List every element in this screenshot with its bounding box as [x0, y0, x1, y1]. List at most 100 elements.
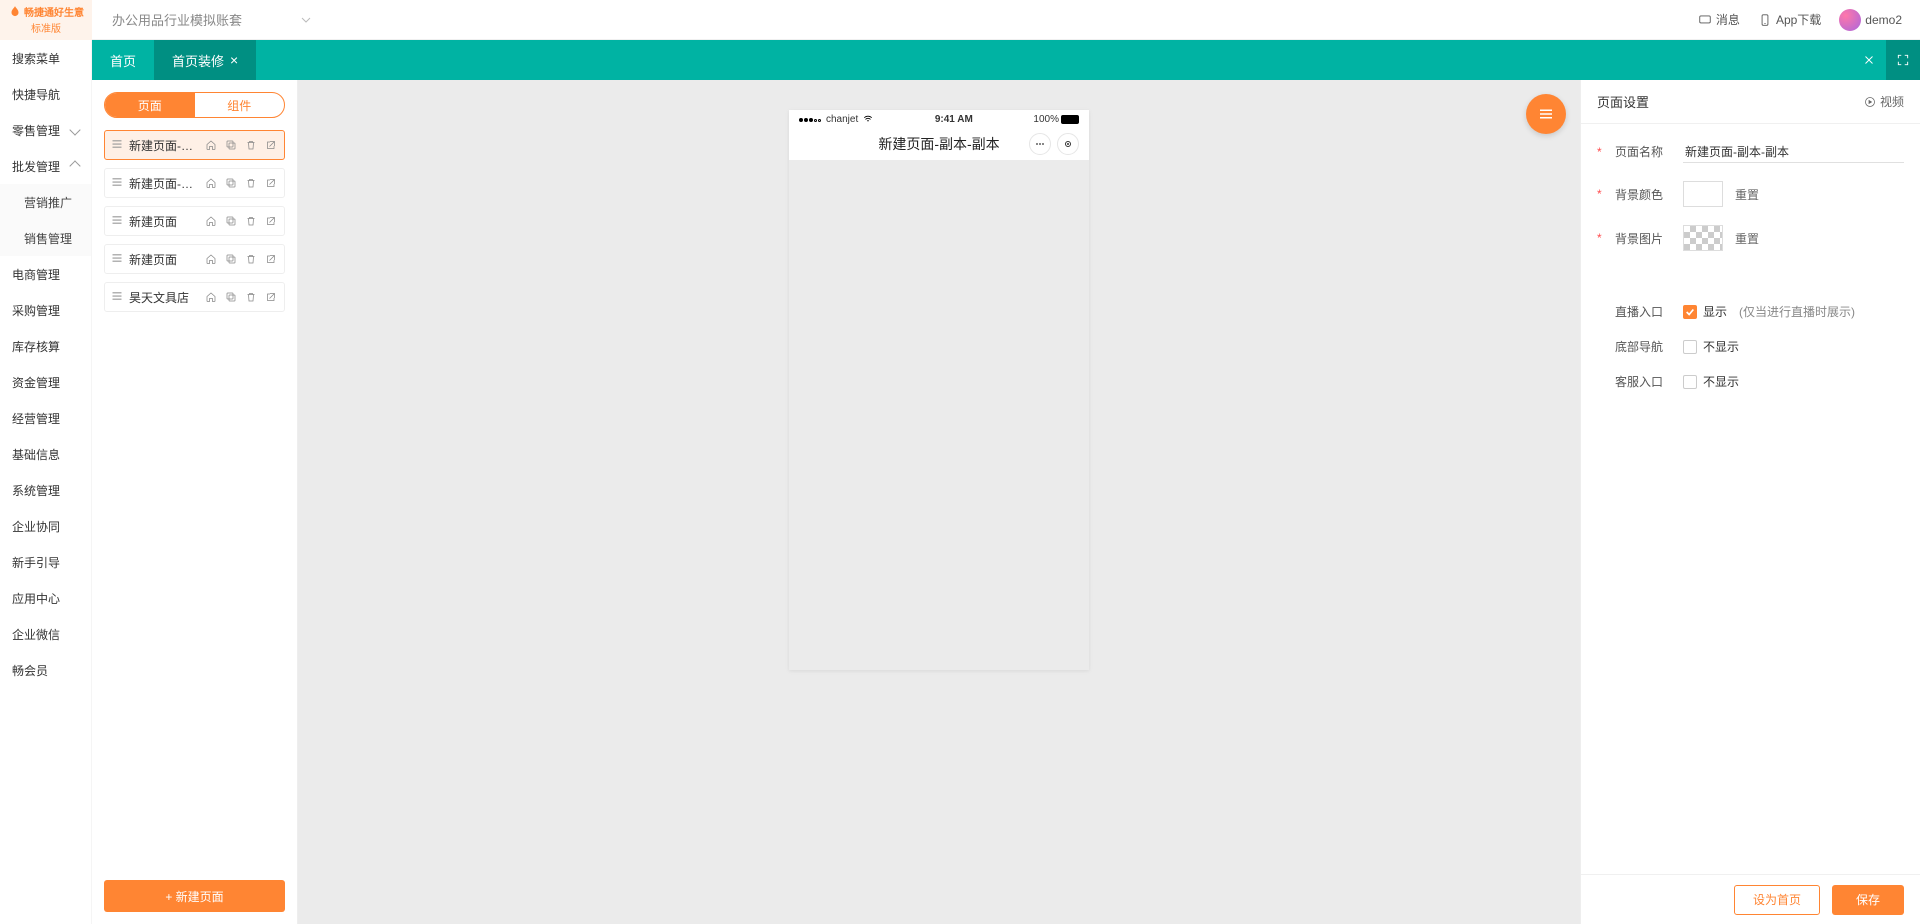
bg-image-swatch[interactable]: [1683, 225, 1723, 251]
page-home-icon[interactable]: [204, 176, 218, 190]
bg-color-reset[interactable]: 重置: [1735, 186, 1759, 203]
page-home-icon[interactable]: [204, 138, 218, 152]
page-share-icon[interactable]: [264, 138, 278, 152]
page-copy-icon[interactable]: [224, 138, 238, 152]
phone-icon: [1758, 13, 1772, 27]
page-delete-icon[interactable]: [244, 176, 258, 190]
message-icon: [1698, 13, 1712, 27]
play-icon: [1864, 96, 1876, 108]
page-row-name: 昊天文具店: [129, 289, 198, 306]
page-delete-icon[interactable]: [244, 138, 258, 152]
chevron-down-icon: [300, 14, 312, 26]
battery-icon: [1061, 115, 1079, 124]
logo-edition-text: 标准版: [31, 20, 61, 35]
app-download-button[interactable]: App下载: [1758, 11, 1821, 28]
pill-tab-page[interactable]: 页面: [105, 93, 195, 117]
fullscreen-button[interactable]: [1886, 40, 1920, 80]
field-live-entry: 直播入口 显示 (仅当进行直播时展示): [1597, 303, 1904, 320]
sidebar-item-6[interactable]: 电商管理: [0, 256, 91, 292]
live-entry-checkbox[interactable]: 显示: [1683, 303, 1727, 320]
menu-icon: [1537, 105, 1555, 123]
page-row-name: 新建页面-副本...: [129, 137, 198, 154]
bg-color-swatch[interactable]: [1683, 181, 1723, 207]
page-row-4[interactable]: 昊天文具店: [104, 282, 285, 312]
drag-handle-icon[interactable]: [111, 214, 123, 229]
sidebar-item-12[interactable]: 系统管理: [0, 472, 91, 508]
page-row-3[interactable]: 新建页面: [104, 244, 285, 274]
tab-close-1[interactable]: ×: [230, 53, 238, 67]
page-copy-icon[interactable]: [224, 176, 238, 190]
page-share-icon[interactable]: [264, 176, 278, 190]
component-drawer-toggle[interactable]: [1526, 94, 1566, 134]
field-bg-color: *背景颜色 重置: [1597, 181, 1904, 207]
tab-bar-actions: [1852, 40, 1920, 80]
sidebar-item-8[interactable]: 库存核算: [0, 328, 91, 364]
settings-footer: 设为首页 保存: [1581, 874, 1920, 924]
save-button[interactable]: 保存: [1832, 885, 1904, 915]
page-component-toggle: 页面 组件: [104, 92, 285, 118]
page-copy-icon[interactable]: [224, 290, 238, 304]
page-home-icon[interactable]: [204, 252, 218, 266]
sidebar-item-2[interactable]: 零售管理: [0, 112, 91, 148]
miniapp-menu-button[interactable]: [1029, 133, 1051, 155]
sidebar-item-13[interactable]: 企业协同: [0, 508, 91, 544]
sidebar-item-10[interactable]: 经营管理: [0, 400, 91, 436]
page-row-name: 新建页面: [129, 213, 198, 230]
page-share-icon[interactable]: [264, 214, 278, 228]
sidebar-item-1[interactable]: 快捷导航: [0, 76, 91, 112]
sidebar-item-16[interactable]: 企业微信: [0, 616, 91, 652]
page-share-icon[interactable]: [264, 290, 278, 304]
bottom-nav-checkbox[interactable]: 不显示: [1683, 338, 1739, 355]
page-home-icon[interactable]: [204, 214, 218, 228]
sidebar-item-7[interactable]: 采购管理: [0, 292, 91, 328]
new-page-button[interactable]: + 新建页面: [104, 880, 285, 912]
drag-handle-icon[interactable]: [111, 138, 123, 153]
flame-icon: [8, 5, 22, 19]
page-row-1[interactable]: 新建页面-副本: [104, 168, 285, 198]
field-bottom-nav: 底部导航 不显示: [1597, 338, 1904, 355]
sidebar-item-15[interactable]: 应用中心: [0, 580, 91, 616]
page-share-icon[interactable]: [264, 252, 278, 266]
set-home-button[interactable]: 设为首页: [1734, 885, 1820, 915]
page-name-input[interactable]: [1683, 140, 1904, 163]
tab-bar: 首页首页装修×: [92, 40, 1920, 80]
video-help-button[interactable]: 视频: [1864, 93, 1904, 110]
drag-handle-icon[interactable]: [111, 252, 123, 267]
page-row-0[interactable]: 新建页面-副本...: [104, 130, 285, 160]
tabs-close-all-button[interactable]: [1852, 40, 1886, 80]
miniapp-close-button[interactable]: [1057, 133, 1079, 155]
phone-status-bar: chanjet 9:41 AM 100%: [789, 110, 1089, 128]
phone-body[interactable]: [789, 160, 1089, 670]
page-copy-icon[interactable]: [224, 214, 238, 228]
tab-0[interactable]: 首页: [92, 40, 154, 80]
page-delete-icon[interactable]: [244, 214, 258, 228]
page-row-2[interactable]: 新建页面: [104, 206, 285, 236]
page-copy-icon[interactable]: [224, 252, 238, 266]
sidebar-item-4[interactable]: 营销推广: [0, 184, 91, 220]
drag-handle-icon[interactable]: [111, 176, 123, 191]
page-delete-icon[interactable]: [244, 290, 258, 304]
sidebar: 搜索菜单快捷导航零售管理批发管理营销推广销售管理电商管理采购管理库存核算资金管理…: [0, 40, 92, 924]
user-menu[interactable]: demo2: [1839, 9, 1902, 31]
logo[interactable]: 畅捷通好生意 标准版: [0, 0, 92, 40]
customer-service-checkbox[interactable]: 不显示: [1683, 373, 1739, 390]
page-delete-icon[interactable]: [244, 252, 258, 266]
sidebar-item-17[interactable]: 畅会员: [0, 652, 91, 688]
sidebar-item-0[interactable]: 搜索菜单: [0, 40, 91, 76]
tab-1[interactable]: 首页装修×: [154, 40, 256, 80]
sidebar-item-5[interactable]: 销售管理: [0, 220, 91, 256]
message-button[interactable]: 消息: [1698, 11, 1740, 28]
account-selector-text: 办公用品行业模拟账套: [112, 10, 242, 29]
page-home-icon[interactable]: [204, 290, 218, 304]
page-row-name: 新建页面: [129, 251, 198, 268]
phone-preview: chanjet 9:41 AM 100% 新建页面-副本-副本: [789, 110, 1089, 670]
sidebar-item-9[interactable]: 资金管理: [0, 364, 91, 400]
wifi-icon: [862, 114, 874, 124]
sidebar-item-14[interactable]: 新手引导: [0, 544, 91, 580]
bg-image-reset[interactable]: 重置: [1735, 230, 1759, 247]
account-selector[interactable]: 办公用品行业模拟账套: [112, 10, 312, 29]
sidebar-item-3[interactable]: 批发管理: [0, 148, 91, 184]
pill-tab-component[interactable]: 组件: [195, 93, 285, 117]
sidebar-item-11[interactable]: 基础信息: [0, 436, 91, 472]
drag-handle-icon[interactable]: [111, 290, 123, 305]
